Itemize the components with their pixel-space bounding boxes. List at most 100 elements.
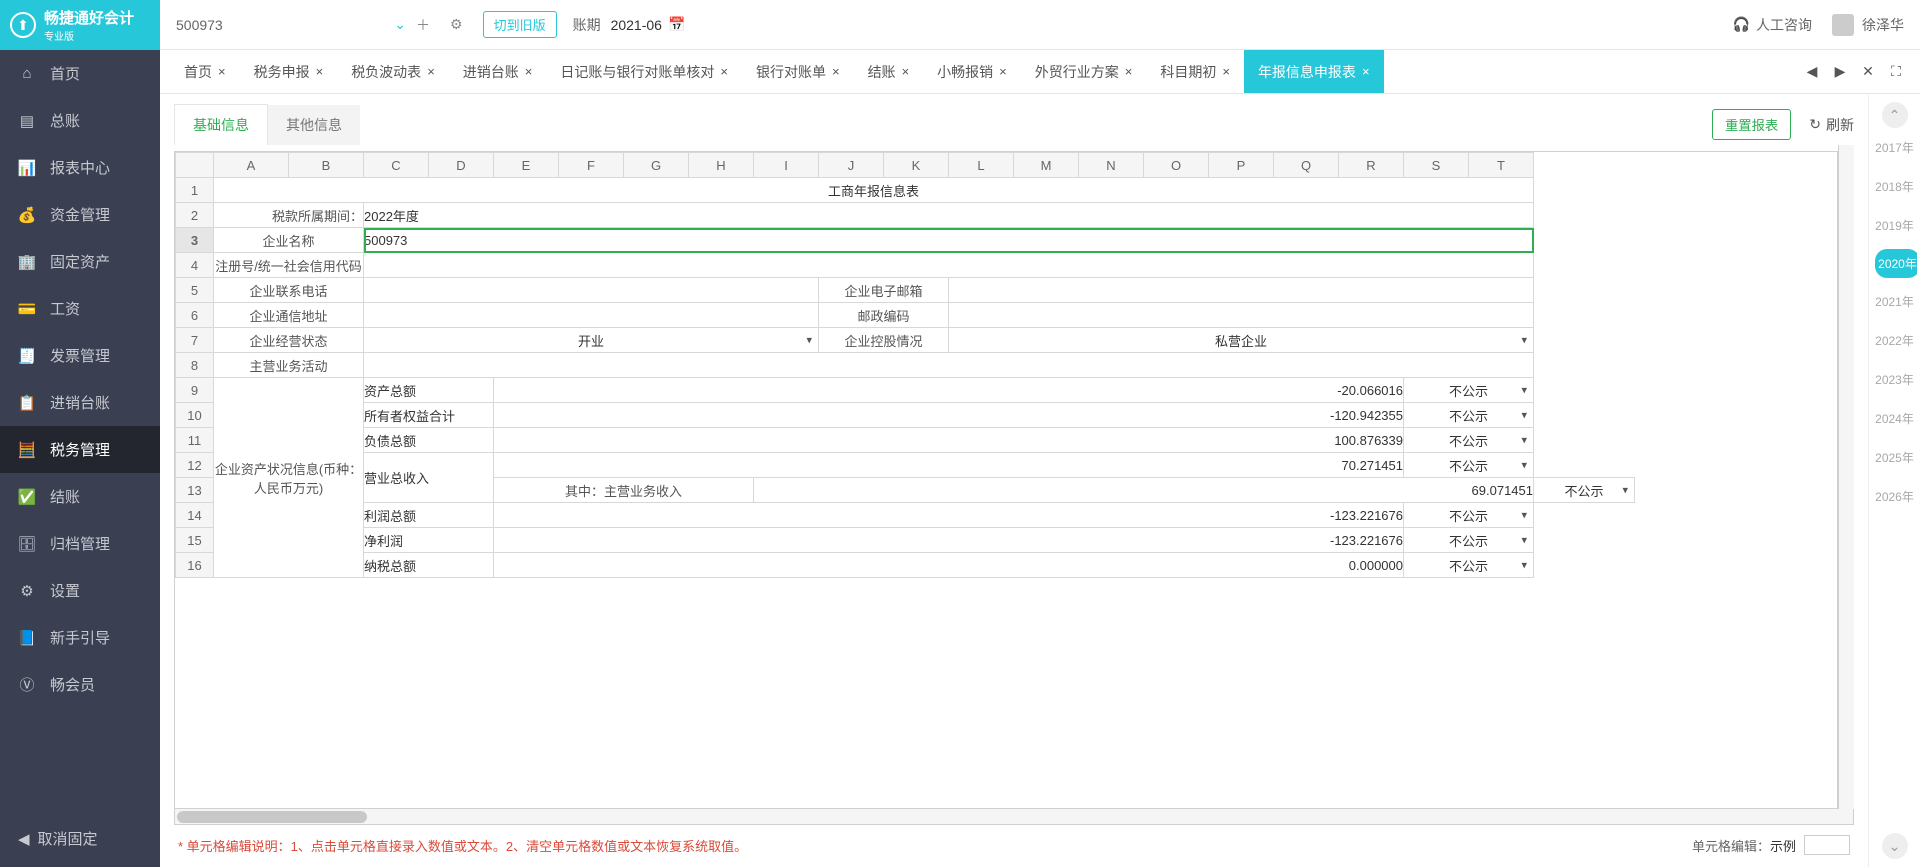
sidebar-item-9[interactable]: ✅结账 bbox=[0, 473, 160, 520]
close-icon[interactable]: × bbox=[999, 64, 1007, 79]
subtab-basic[interactable]: 基础信息 bbox=[174, 104, 268, 145]
reset-report-button[interactable]: 重置报表 bbox=[1712, 109, 1791, 140]
row-head-9[interactable]: 9 bbox=[176, 378, 214, 403]
fin-publish-15[interactable]: 不公示 bbox=[1404, 528, 1534, 553]
user-menu[interactable]: 徐泽华 bbox=[1832, 14, 1904, 36]
row-head-14[interactable]: 14 bbox=[176, 503, 214, 528]
horizontal-scrollbar[interactable] bbox=[174, 809, 1854, 825]
sidebar-item-7[interactable]: 📋进销台账 bbox=[0, 379, 160, 426]
year-prev-button[interactable]: ⌃ bbox=[1882, 102, 1908, 128]
col-F[interactable]: F bbox=[559, 153, 624, 178]
col-C[interactable]: C bbox=[364, 153, 429, 178]
year-2023年[interactable]: 2023年 bbox=[1872, 360, 1917, 399]
fullscreen-icon[interactable]: ⛶ bbox=[1882, 63, 1910, 80]
company-name-cell[interactable]: 500973 bbox=[364, 228, 1534, 253]
fin-value-14[interactable]: -123.221676 bbox=[494, 503, 1404, 528]
fin-publish-13[interactable]: 不公示 bbox=[1534, 478, 1635, 503]
fin-publish-14[interactable]: 不公示 bbox=[1404, 503, 1534, 528]
year-2026年[interactable]: 2026年 bbox=[1872, 477, 1917, 516]
add-icon[interactable]: ＋ bbox=[416, 15, 430, 35]
col-O[interactable]: O bbox=[1144, 153, 1209, 178]
spreadsheet[interactable]: ABCDEFGHIJKLMNOPQRST 1工商年报信息表2税款所属期间：202… bbox=[174, 151, 1838, 809]
col-B[interactable]: B bbox=[289, 153, 364, 178]
sidebar-item-11[interactable]: ⚙设置 bbox=[0, 567, 160, 614]
gear-icon[interactable]: ⚙ bbox=[450, 16, 463, 33]
fin-value-12[interactable]: 70.271451 bbox=[494, 453, 1404, 478]
col-N[interactable]: N bbox=[1079, 153, 1144, 178]
row-head-1[interactable]: 1 bbox=[176, 178, 214, 203]
close-icon[interactable]: × bbox=[1125, 64, 1133, 79]
sidebar-item-8[interactable]: 🧮税务管理 bbox=[0, 426, 160, 473]
fin-publish-12[interactable]: 不公示 bbox=[1404, 453, 1534, 478]
vertical-scrollbar[interactable] bbox=[1838, 145, 1854, 809]
fin-value-16[interactable]: 0.000000 bbox=[494, 553, 1404, 578]
row-head-13[interactable]: 13 bbox=[176, 478, 214, 503]
close-icon[interactable]: × bbox=[720, 64, 728, 79]
close-icon[interactable]: × bbox=[1362, 64, 1370, 79]
fin-value-10[interactable]: -120.942355 bbox=[494, 403, 1404, 428]
unpin-button[interactable]: ◀ 取消固定 bbox=[0, 810, 160, 867]
close-icon[interactable]: × bbox=[218, 64, 226, 79]
company-selector[interactable]: 500973 ⌄ bbox=[176, 16, 406, 33]
col-R[interactable]: R bbox=[1339, 153, 1404, 178]
close-icon[interactable]: × bbox=[832, 64, 840, 79]
row-head-4[interactable]: 4 bbox=[176, 253, 214, 278]
year-2020年[interactable]: 2020年 bbox=[1875, 249, 1917, 278]
tab-2[interactable]: 税负波动表× bbox=[337, 50, 449, 93]
year-2017年[interactable]: 2017年 bbox=[1872, 128, 1917, 167]
col-M[interactable]: M bbox=[1014, 153, 1079, 178]
row-head-3[interactable]: 3 bbox=[176, 228, 214, 253]
year-2021年[interactable]: 2021年 bbox=[1872, 282, 1917, 321]
address-cell[interactable] bbox=[364, 303, 819, 328]
year-2022年[interactable]: 2022年 bbox=[1872, 321, 1917, 360]
col-E[interactable]: E bbox=[494, 153, 559, 178]
sidebar-item-2[interactable]: 📊报表中心 bbox=[0, 144, 160, 191]
fin-value-11[interactable]: 100.876339 bbox=[494, 428, 1404, 453]
tab-3[interactable]: 进销台账× bbox=[449, 50, 547, 93]
col-K[interactable]: K bbox=[884, 153, 949, 178]
year-2024年[interactable]: 2024年 bbox=[1872, 399, 1917, 438]
row-head-8[interactable]: 8 bbox=[176, 353, 214, 378]
close-icon[interactable]: × bbox=[427, 64, 435, 79]
row-head-6[interactable]: 6 bbox=[176, 303, 214, 328]
fin-publish-16[interactable]: 不公示 bbox=[1404, 553, 1534, 578]
period-value-cell[interactable]: 2022年度 bbox=[364, 203, 1534, 228]
col-P[interactable]: P bbox=[1209, 153, 1274, 178]
col-D[interactable]: D bbox=[429, 153, 494, 178]
col-A[interactable]: A bbox=[214, 153, 289, 178]
tab-4[interactable]: 日记账与银行对账单核对× bbox=[546, 50, 742, 93]
fin-value-9[interactable]: -20.066016 bbox=[494, 378, 1404, 403]
col-J[interactable]: J bbox=[819, 153, 884, 178]
sidebar-item-0[interactable]: ⌂首页 bbox=[0, 50, 160, 97]
col-S[interactable]: S bbox=[1404, 153, 1469, 178]
col-I[interactable]: I bbox=[754, 153, 819, 178]
row-head-7[interactable]: 7 bbox=[176, 328, 214, 353]
consult-button[interactable]: 🎧 人工咨询 bbox=[1733, 15, 1812, 35]
year-2018年[interactable]: 2018年 bbox=[1872, 167, 1917, 206]
fin-value-13[interactable]: 69.071451 bbox=[754, 478, 1534, 503]
sidebar-item-10[interactable]: 🗄归档管理 bbox=[0, 520, 160, 567]
year-2019年[interactable]: 2019年 bbox=[1872, 206, 1917, 245]
status-select[interactable]: 开业 bbox=[364, 328, 819, 353]
tab-8[interactable]: 外贸行业方案× bbox=[1021, 50, 1147, 93]
col-H[interactable]: H bbox=[689, 153, 754, 178]
close-icon[interactable]: × bbox=[525, 64, 533, 79]
row-head-2[interactable]: 2 bbox=[176, 203, 214, 228]
close-icon[interactable]: × bbox=[902, 64, 910, 79]
row-head-15[interactable]: 15 bbox=[176, 528, 214, 553]
col-Q[interactable]: Q bbox=[1274, 153, 1339, 178]
reg-code-cell[interactable] bbox=[364, 253, 1534, 278]
postcode-cell[interactable] bbox=[949, 303, 1534, 328]
phone-cell[interactable] bbox=[364, 278, 819, 303]
scrollbar-thumb[interactable] bbox=[177, 811, 367, 823]
select-all-corner[interactable] bbox=[176, 153, 214, 178]
sidebar-item-1[interactable]: ▤总账 bbox=[0, 97, 160, 144]
col-T[interactable]: T bbox=[1469, 153, 1534, 178]
sidebar-item-5[interactable]: 💳工资 bbox=[0, 285, 160, 332]
sidebar-item-3[interactable]: 💰资金管理 bbox=[0, 191, 160, 238]
calendar-icon[interactable]: 📅 bbox=[668, 16, 685, 33]
email-cell[interactable] bbox=[949, 278, 1534, 303]
tab-10[interactable]: 年报信息申报表× bbox=[1244, 50, 1384, 93]
tab-5[interactable]: 银行对账单× bbox=[742, 50, 854, 93]
fin-publish-11[interactable]: 不公示 bbox=[1404, 428, 1534, 453]
